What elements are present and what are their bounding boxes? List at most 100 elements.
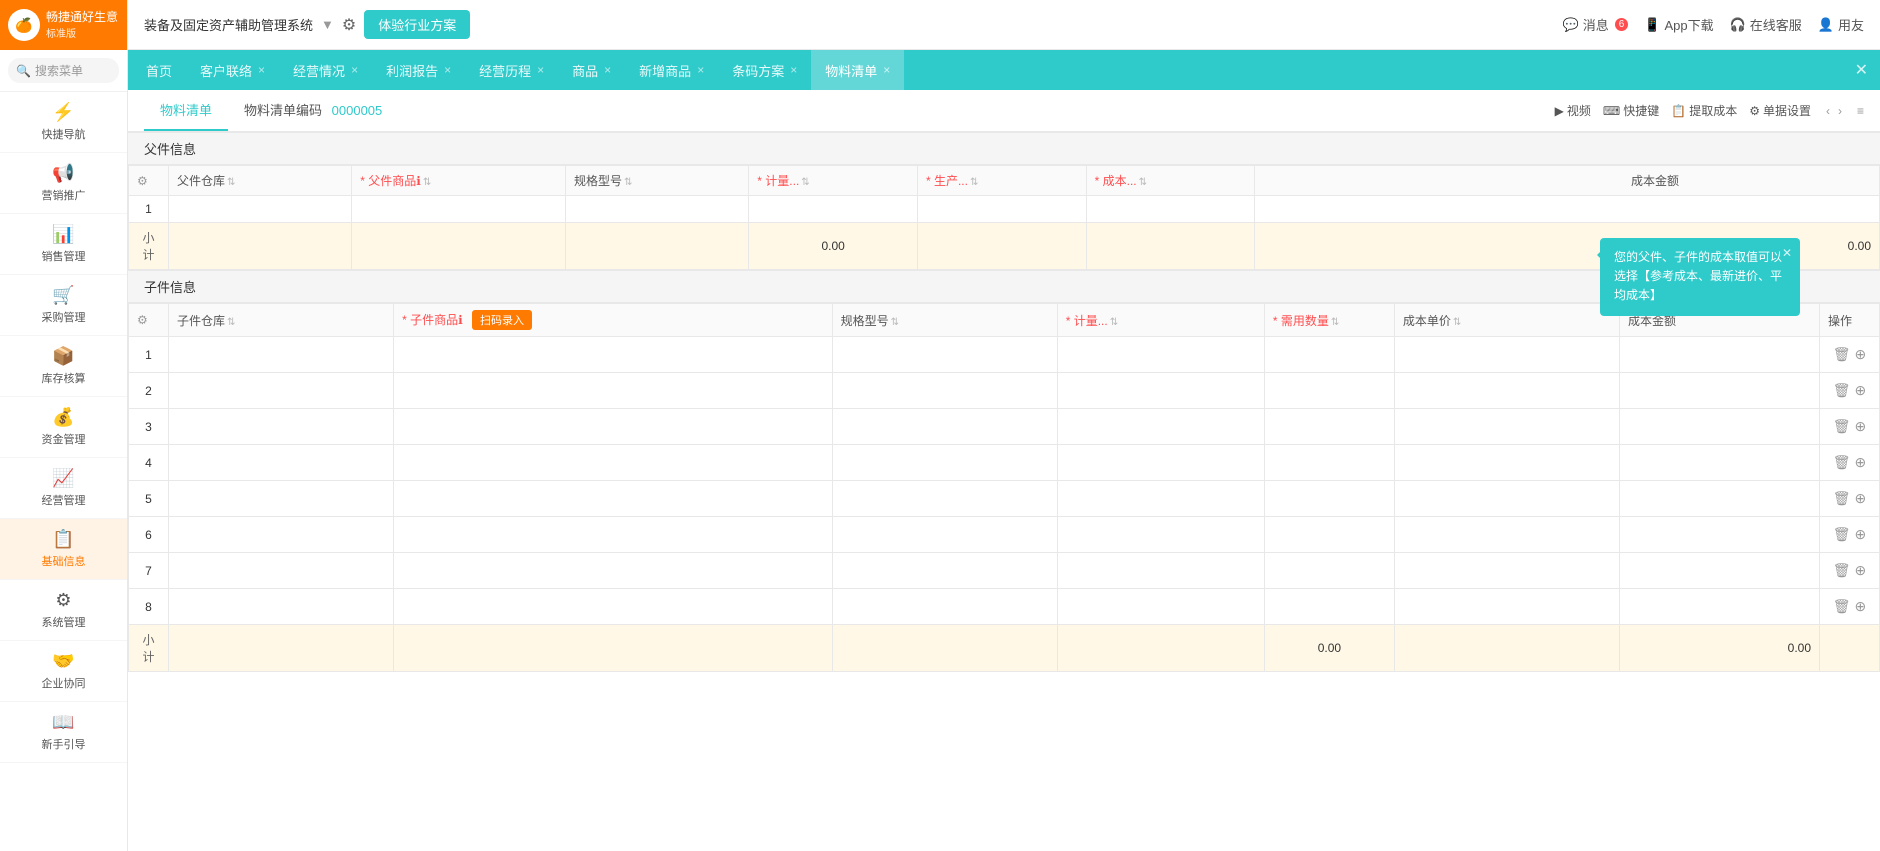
child-unit-cost-cell[interactable] xyxy=(1394,481,1619,517)
tab-bom-close[interactable]: × xyxy=(883,63,890,77)
child-qty-cell[interactable] xyxy=(1264,409,1394,445)
sidebar-item-system[interactable]: ⚙ 系统管理 xyxy=(0,580,127,641)
parent-product-cell[interactable] xyxy=(352,196,566,223)
parent-col-settings[interactable]: ⚙ xyxy=(129,166,169,196)
child-qty-cell[interactable] xyxy=(1264,337,1394,373)
child-spec-cell[interactable] xyxy=(832,337,1057,373)
child-warehouse-cell[interactable] xyxy=(169,517,394,553)
tab-profit-close[interactable]: × xyxy=(444,63,451,77)
child-warehouse-cell[interactable] xyxy=(169,409,394,445)
user-button[interactable]: 👤 用友 xyxy=(1818,15,1864,34)
sort-icon[interactable]: ⇅ xyxy=(227,177,235,188)
delete-icon[interactable]: 🗑 xyxy=(1833,418,1851,435)
sidebar-search-area[interactable]: 🔍 搜索菜单 xyxy=(0,50,127,92)
sidebar-item-quick-nav[interactable]: ⚡ 快捷导航 xyxy=(0,92,127,153)
child-qty-cell[interactable] xyxy=(1264,553,1394,589)
sort-icon[interactable]: ⇅ xyxy=(1110,317,1118,328)
child-qty-cell[interactable] xyxy=(1264,517,1394,553)
child-unit-cell[interactable] xyxy=(1057,589,1264,625)
child-spec-cell[interactable] xyxy=(832,373,1057,409)
tab-history[interactable]: 经营历程 × xyxy=(465,50,558,90)
sort-icon[interactable]: ⇅ xyxy=(624,177,632,188)
child-product-cell[interactable] xyxy=(394,337,833,373)
table-menu-icon[interactable]: ≡ xyxy=(1857,104,1864,118)
close-all-tabs[interactable]: ✕ xyxy=(1847,60,1876,80)
child-unit-cost-cell[interactable] xyxy=(1394,373,1619,409)
tab-goods-close[interactable]: × xyxy=(604,63,611,77)
child-warehouse-cell[interactable] xyxy=(169,337,394,373)
child-unit-cost-cell[interactable] xyxy=(1394,445,1619,481)
tab-add-goods-close[interactable]: × xyxy=(697,63,704,77)
tab-bom[interactable]: 物料清单 × xyxy=(811,50,904,90)
shortcut-action[interactable]: ⌨ 快捷键 xyxy=(1603,102,1659,119)
child-unit-cell[interactable] xyxy=(1057,517,1264,553)
child-unit-cell[interactable] xyxy=(1057,553,1264,589)
tab-barcode-close[interactable]: × xyxy=(790,63,797,77)
delete-icon[interactable]: 🗑 xyxy=(1833,346,1851,363)
child-unit-cost-cell[interactable] xyxy=(1394,337,1619,373)
child-unit-cell[interactable] xyxy=(1057,481,1264,517)
sort-icon[interactable]: ⇅ xyxy=(801,177,809,188)
tab-home[interactable]: 首页 xyxy=(132,50,186,90)
delete-icon[interactable]: 🗑 xyxy=(1833,490,1851,507)
tab-customer-close[interactable]: × xyxy=(258,63,265,77)
app-download-button[interactable]: 📱 App下载 xyxy=(1644,15,1713,34)
child-spec-cell[interactable] xyxy=(832,517,1057,553)
child-product-cell[interactable] xyxy=(394,481,833,517)
sort-icon[interactable]: ⇅ xyxy=(1453,317,1461,328)
tab-add-goods[interactable]: 新增商品 × xyxy=(625,50,718,90)
online-service-button[interactable]: 🎧 在线客服 xyxy=(1730,15,1802,34)
sort-icon[interactable]: ⇅ xyxy=(891,317,899,328)
parent-spec-cell[interactable] xyxy=(566,196,749,223)
sort-icon[interactable]: ⇅ xyxy=(227,317,235,328)
tab-profit[interactable]: 利润报告 × xyxy=(372,50,465,90)
child-warehouse-cell[interactable] xyxy=(169,481,394,517)
child-unit-cell[interactable] xyxy=(1057,445,1264,481)
parent-cost-cell[interactable] xyxy=(1086,196,1255,223)
child-unit-cost-cell[interactable] xyxy=(1394,589,1619,625)
child-unit-cell[interactable] xyxy=(1057,373,1264,409)
sidebar-item-collaboration[interactable]: 🤝 企业协同 xyxy=(0,641,127,702)
sidebar-item-basic-info[interactable]: 📋 基础信息 xyxy=(0,519,127,580)
child-spec-cell[interactable] xyxy=(832,481,1057,517)
search-trigger[interactable]: 🔍 搜索菜单 xyxy=(8,58,119,83)
copy-icon[interactable]: ⊕ xyxy=(1855,562,1867,579)
child-product-cell[interactable] xyxy=(394,517,833,553)
child-qty-cell[interactable] xyxy=(1264,445,1394,481)
child-spec-cell[interactable] xyxy=(832,589,1057,625)
child-spec-cell[interactable] xyxy=(832,409,1057,445)
child-product-cell[interactable] xyxy=(394,589,833,625)
sub-tab-bom-list[interactable]: 物料清单 xyxy=(144,90,228,131)
child-unit-cost-cell[interactable] xyxy=(1394,517,1619,553)
parent-unit-cell[interactable] xyxy=(749,196,918,223)
tab-history-close[interactable]: × xyxy=(537,63,544,77)
child-unit-cell[interactable] xyxy=(1057,409,1264,445)
sidebar-item-sales[interactable]: 📊 销售管理 xyxy=(0,214,127,275)
tab-business-close[interactable]: × xyxy=(351,63,358,77)
copy-icon[interactable]: ⊕ xyxy=(1855,526,1867,543)
sort-icon[interactable]: ⇅ xyxy=(423,177,431,188)
parent-warehouse-cell[interactable] xyxy=(169,196,352,223)
child-warehouse-cell[interactable] xyxy=(169,445,394,481)
sidebar-item-finance[interactable]: 💰 资金管理 xyxy=(0,397,127,458)
delete-icon[interactable]: 🗑 xyxy=(1833,526,1851,543)
sub-tab-bom-code[interactable]: 物料清单编码 0000005 xyxy=(228,90,398,131)
settings-icon[interactable]: ⚙ xyxy=(342,15,356,35)
sort-icon[interactable]: ⇅ xyxy=(970,177,978,188)
tab-goods[interactable]: 商品 × xyxy=(558,50,625,90)
sidebar-item-marketing[interactable]: 📢 营销推广 xyxy=(0,153,127,214)
copy-icon[interactable]: ⊕ xyxy=(1855,454,1867,471)
copy-icon[interactable]: ⊕ xyxy=(1855,490,1867,507)
delete-icon[interactable]: 🗑 xyxy=(1833,562,1851,579)
copy-icon[interactable]: ⊕ xyxy=(1855,418,1867,435)
tab-business[interactable]: 经营情况 × xyxy=(279,50,372,90)
delete-icon[interactable]: 🗑 xyxy=(1833,454,1851,471)
child-warehouse-cell[interactable] xyxy=(169,589,394,625)
tooltip-close-button[interactable]: ✕ xyxy=(1782,244,1792,263)
doc-settings-action[interactable]: ⚙ 单据设置 xyxy=(1749,102,1811,119)
parent-produce-cell[interactable] xyxy=(917,196,1086,223)
copy-icon[interactable]: ⊕ xyxy=(1855,382,1867,399)
dropdown-arrow[interactable]: ▼ xyxy=(321,17,334,32)
video-action[interactable]: ▶ 视频 xyxy=(1555,102,1591,119)
child-spec-cell[interactable] xyxy=(832,445,1057,481)
